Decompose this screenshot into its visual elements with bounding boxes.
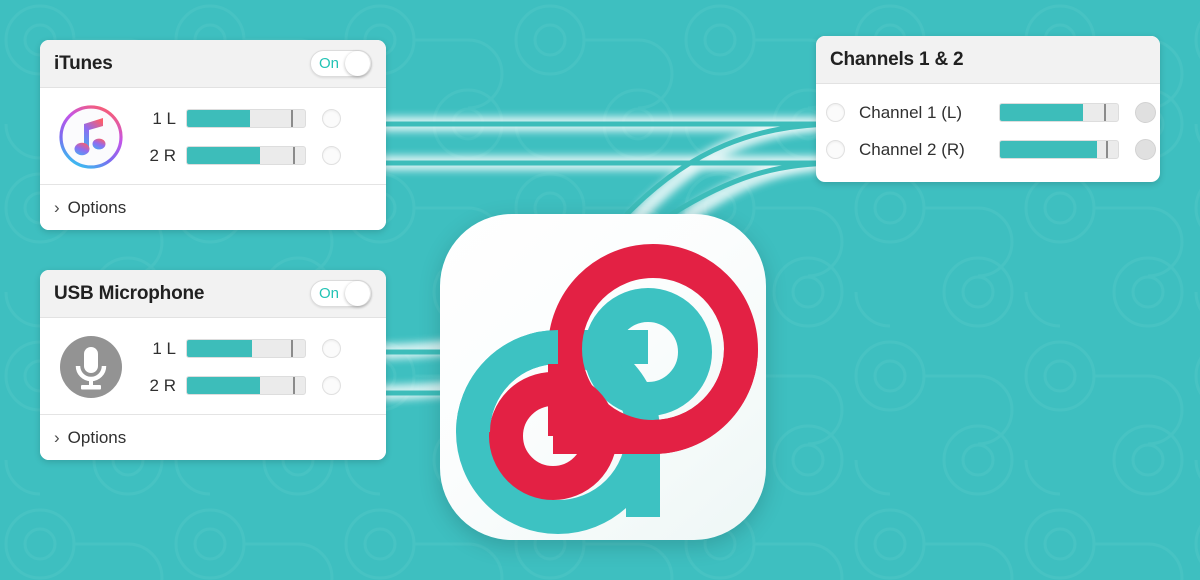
panel-title: Channels 1 & 2 [830, 48, 964, 70]
input-port[interactable] [826, 103, 845, 122]
slider-fill [1000, 104, 1083, 121]
chevron-right-icon: › [54, 198, 60, 217]
toggle-knob[interactable] [345, 281, 370, 306]
panel-header: USB Microphone On [40, 270, 386, 318]
panel-header: Channels 1 & 2 [816, 36, 1160, 84]
slider-fill [187, 377, 261, 394]
volume-slider[interactable] [186, 376, 306, 395]
panel-channels[interactable]: Channels 1 & 2 Channel 1 (L) Channel 2 (… [816, 36, 1160, 182]
loopback-app-icon [440, 214, 766, 540]
slider-tick [290, 110, 293, 127]
slider-tick [290, 340, 293, 357]
channel-jack[interactable] [1135, 102, 1156, 123]
itunes-icon [59, 105, 123, 169]
loopback-logo [456, 244, 758, 534]
panel-header: iTunes On [40, 40, 386, 88]
panel-title: iTunes [54, 52, 113, 74]
toggle-label: On [319, 55, 340, 72]
output-port[interactable] [322, 339, 341, 358]
loopback-window: iTunes On 1 L 2 R › Options USB Micropho… [0, 0, 1200, 580]
slider-fill [187, 147, 261, 164]
output-port[interactable] [322, 376, 341, 395]
slider-tick [1103, 104, 1106, 121]
channel-row[interactable]: 1 L [132, 100, 386, 137]
channel-row[interactable]: 2 R [132, 137, 386, 174]
channel-label: Channel 2 (R) [859, 139, 965, 159]
channel-row[interactable]: 2 R [132, 367, 386, 404]
options-label: Options [67, 427, 127, 447]
volume-slider[interactable] [999, 103, 1119, 122]
panel-body: 1 L 2 R [40, 88, 386, 184]
toggle-knob[interactable] [345, 51, 370, 76]
channel-label: 2 R [149, 375, 176, 395]
options-label: Options [67, 197, 127, 217]
microphone-icon [60, 336, 122, 398]
channel-label: 1 L [152, 108, 176, 128]
output-port[interactable] [322, 109, 341, 128]
volume-slider[interactable] [186, 109, 306, 128]
channel-row[interactable]: Channel 2 (R) [816, 131, 1160, 168]
channel-row[interactable]: Channel 1 (L) [816, 94, 1160, 131]
volume-slider[interactable] [186, 339, 306, 358]
channel-row[interactable]: 1 L [132, 330, 386, 367]
volume-slider[interactable] [186, 146, 306, 165]
channel-label: 1 L [152, 338, 176, 358]
channel-label: 2 R [149, 145, 176, 165]
input-port[interactable] [826, 140, 845, 159]
slider-tick [293, 147, 296, 164]
options-row[interactable]: › Options [40, 414, 386, 460]
slider-fill [1000, 141, 1097, 158]
slider-tick [1106, 141, 1109, 158]
chevron-right-icon: › [54, 428, 60, 447]
panel-body: 1 L 2 R [40, 318, 386, 414]
channel-rows: 1 L 2 R [132, 330, 386, 404]
output-port[interactable] [322, 146, 341, 165]
channel-label: Channel 1 (L) [859, 102, 963, 122]
channel-rows: 1 L 2 R [132, 100, 386, 174]
channel-jack[interactable] [1135, 139, 1156, 160]
panel-title: USB Microphone [54, 282, 205, 304]
slider-tick [293, 377, 296, 394]
panel-itunes[interactable]: iTunes On 1 L 2 R › Options [40, 40, 386, 230]
power-toggle[interactable]: On [310, 50, 372, 77]
toggle-label: On [319, 285, 340, 302]
panel-body: Channel 1 (L) Channel 2 (R) [816, 84, 1160, 182]
options-row[interactable]: › Options [40, 184, 386, 230]
slider-fill [187, 340, 252, 357]
volume-slider[interactable] [999, 140, 1119, 159]
slider-fill [187, 110, 250, 127]
panel-usb-microphone[interactable]: USB Microphone On 1 L 2 R › Options [40, 270, 386, 460]
power-toggle[interactable]: On [310, 280, 372, 307]
